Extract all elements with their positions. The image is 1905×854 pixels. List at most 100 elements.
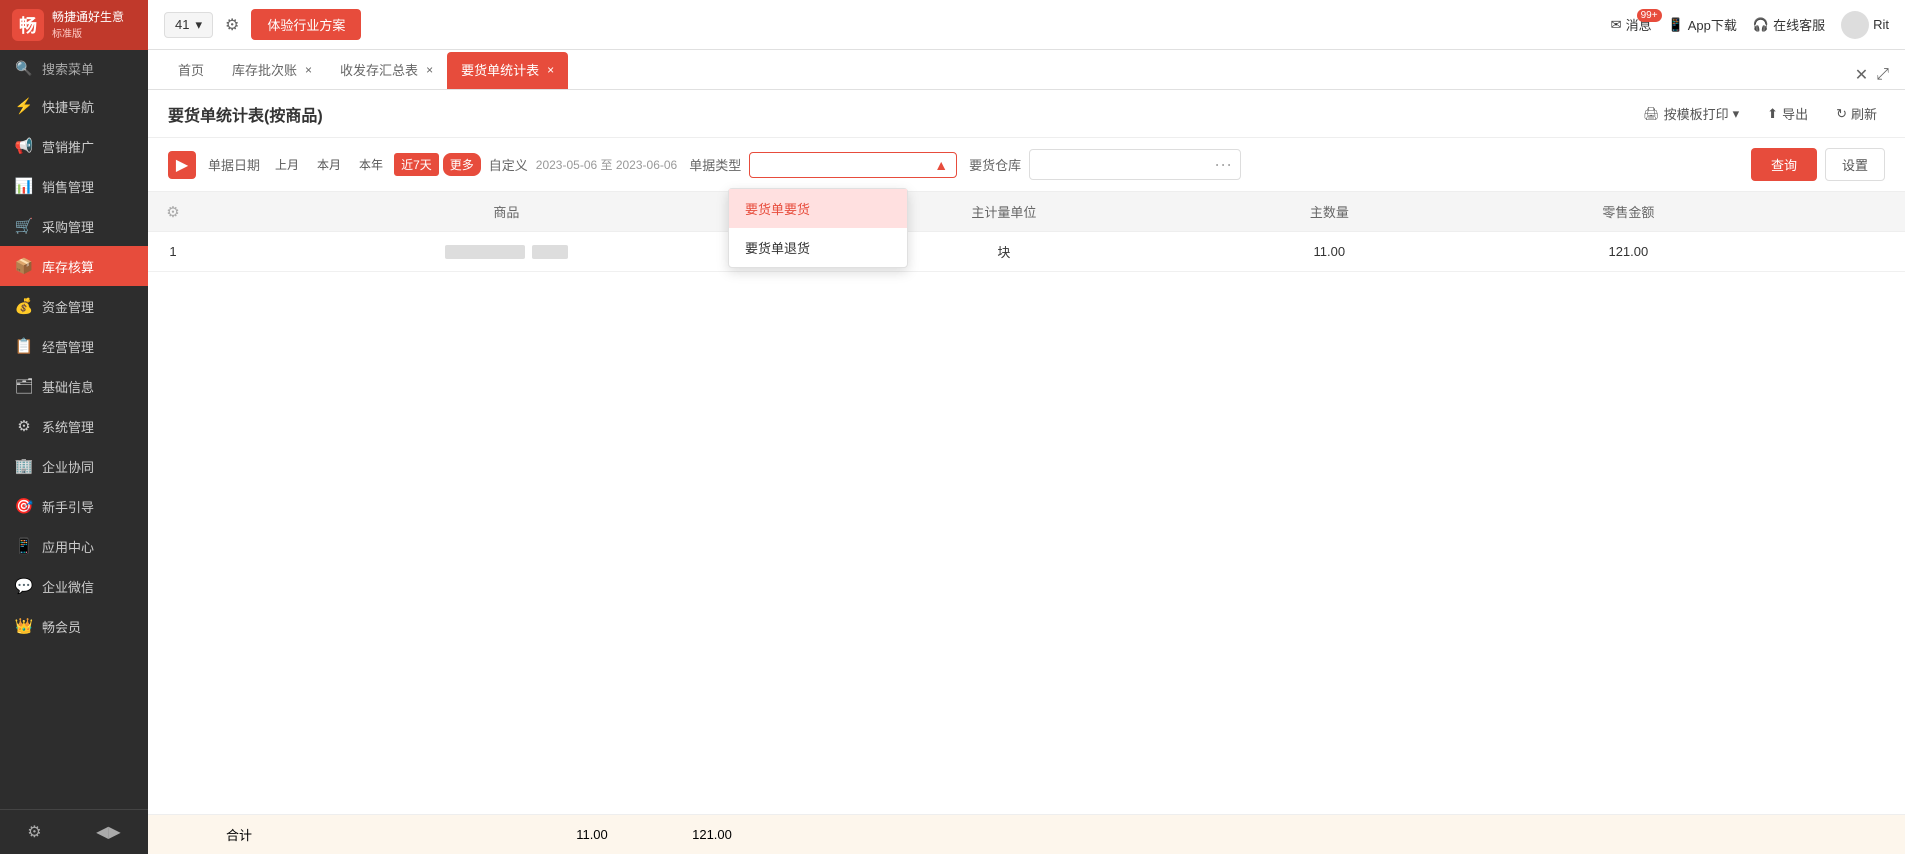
dropdown-item-purchase-order[interactable]: 要货单要货 [729, 189, 907, 228]
tab-order-stats[interactable]: 要货单统计表 × [447, 52, 568, 89]
refresh-icon: ↻ [1836, 106, 1847, 122]
sidebar-item-inventory[interactable]: 📦 库存核算 [0, 246, 148, 286]
col-header-settings[interactable]: ⚙ [148, 192, 198, 232]
sidebar-item-marketing[interactable]: 📢 营销推广 [0, 126, 148, 166]
trial-btn[interactable]: 体验行业方案 [251, 9, 361, 40]
col-header-goods: 商品 [198, 192, 815, 232]
date-btn-last-month[interactable]: 上月 [268, 153, 306, 176]
marketing-icon: 📢 [14, 136, 34, 156]
sidebar-item-operation[interactable]: 📋 经营管理 [0, 326, 148, 366]
summary-amount: 121.00 [652, 827, 772, 842]
date-btn-last-7-days[interactable]: 近7天 [394, 153, 439, 176]
warehouse-label: 要货仓库 [969, 155, 1021, 174]
app-logo: 畅 畅捷通好生意 标准版 [0, 0, 148, 50]
tab-close-all-icon[interactable]: ✕ [1855, 65, 1868, 85]
tab-inventory-batch-close[interactable]: × [305, 63, 312, 77]
messages-btn[interactable]: ✉ 消息 99+ [1611, 15, 1652, 34]
top-bar: 41 ▾ ⚙ 体验行业方案 ✉ 消息 99+ 📱 App下载 🎧 在线客服 R [148, 0, 1905, 50]
sidebar-item-purchase[interactable]: 🛒 采购管理 [0, 206, 148, 246]
print-btn[interactable]: 🖨 按模板打印 ▾ [1635, 100, 1747, 127]
cell-index: 1 [148, 232, 198, 272]
sidebar-label-basic-info: 基础信息 [42, 377, 94, 396]
settings-btn[interactable]: 设置 [1825, 148, 1885, 181]
sidebar-item-app-center[interactable]: 📱 应用中心 [0, 526, 148, 566]
query-btn[interactable]: 查询 [1751, 148, 1817, 181]
phone-icon: 📱 [1668, 17, 1684, 33]
cell-goods [198, 232, 815, 272]
message-icon: ✉ [1611, 17, 1622, 33]
export-btn[interactable]: ⬆ 导出 [1759, 100, 1816, 127]
tab-home[interactable]: 首页 [164, 52, 218, 89]
page-content: 要货单统计表(按商品) 🖨 按模板打印 ▾ ⬆ 导出 ↻ 刷新 ▶ [148, 90, 1905, 854]
sidebar-item-finance[interactable]: 💰 资金管理 [0, 286, 148, 326]
dropdown-item-purchase-return[interactable]: 要货单退货 [729, 228, 907, 267]
doc-type-label: 单据类型 [689, 155, 741, 174]
sidebar-collapse-btn[interactable]: ◀▶ [88, 818, 129, 846]
sidebar-item-wechat[interactable]: 💬 企业微信 [0, 566, 148, 606]
sidebar-label-marketing: 营销推广 [42, 137, 94, 156]
tab-send-summary[interactable]: 收发存汇总表 × [326, 52, 447, 89]
date-range: 2023-05-06 至 2023-06-06 [536, 156, 677, 173]
date-btn-this-month[interactable]: 本月 [310, 153, 348, 176]
date-btn-more[interactable]: 更多 [443, 153, 481, 176]
user-profile-btn[interactable]: Rit [1841, 11, 1889, 39]
col-header-amount: 零售金额 [1466, 192, 1791, 232]
finance-icon: 💰 [14, 296, 34, 316]
sidebar-bottom: ⚙ ◀▶ [0, 809, 148, 854]
breadcrumb-dropdown[interactable]: 41 ▾ [164, 12, 213, 38]
date-btn-this-year[interactable]: 本年 [352, 153, 390, 176]
doc-type-input[interactable] [758, 157, 934, 172]
warehouse-input-wrap: ··· [1029, 149, 1241, 180]
app-download-btn[interactable]: 📱 App下载 [1668, 15, 1737, 34]
member-icon: 👑 [14, 616, 34, 636]
customer-service-btn[interactable]: 🎧 在线客服 [1753, 15, 1825, 34]
warehouse-input[interactable] [1038, 157, 1214, 172]
col-settings-icon[interactable]: ⚙ [166, 204, 179, 221]
doc-type-arrow-icon[interactable]: ▲ [934, 157, 948, 173]
sidebar-search[interactable]: 🔍 搜索菜单 [0, 50, 148, 86]
print-icon: 🖨 [1643, 106, 1660, 122]
sidebar-label-quick-nav: 快捷导航 [42, 97, 94, 116]
tab-maximize-icon[interactable]: ⤢ [1876, 66, 1889, 84]
topbar-settings-icon[interactable]: ⚙ [225, 15, 239, 35]
print-label: 按模板打印 [1664, 104, 1729, 123]
tab-send-summary-close[interactable]: × [426, 63, 433, 77]
sidebar-item-basic-info[interactable]: 🗂 基础信息 [0, 366, 148, 406]
sidebar-label-guide: 新手引导 [42, 497, 94, 516]
export-label: 导出 [1782, 104, 1808, 123]
doc-type-input-wrap[interactable]: ▲ [749, 152, 957, 178]
tab-bar: 首页 库存批次账 × 收发存汇总表 × 要货单统计表 × ✕ ⤢ [148, 50, 1905, 90]
custom-label[interactable]: 自定义 [489, 155, 528, 174]
warehouse-more-icon[interactable]: ··· [1214, 154, 1232, 175]
print-arrow-icon: ▾ [1733, 106, 1740, 122]
col-header-quantity: 主数量 [1193, 192, 1466, 232]
summary-row: 合计 11.00 121.00 [148, 814, 1905, 854]
sidebar-label-wechat: 企业微信 [42, 577, 94, 596]
sidebar-item-sales[interactable]: 📊 销售管理 [0, 166, 148, 206]
doc-type-dropdown: 要货单要货 要货单退货 [728, 188, 908, 268]
sidebar-label-app-center: 应用中心 [42, 537, 94, 556]
summary-quantity: 11.00 [532, 827, 652, 842]
warehouse-filter-group: 要货仓库 ··· [969, 149, 1241, 180]
filter-bar: ▶ 单据日期 上月 本月 本年 近7天 更多 自定义 2023-05-06 至 … [148, 138, 1905, 192]
sidebar-settings-btn[interactable]: ⚙ [19, 818, 49, 846]
date-label: 单据日期 [208, 155, 260, 174]
table-row: 1 块 11.00 121.00 [148, 232, 1905, 272]
refresh-btn[interactable]: ↻ 刷新 [1828, 100, 1885, 127]
tab-order-stats-close[interactable]: × [547, 63, 554, 77]
page-title: 要货单统计表(按商品) [168, 102, 323, 126]
sidebar-item-quick-nav[interactable]: ⚡ 快捷导航 [0, 86, 148, 126]
search-icon: 🔍 [14, 58, 34, 78]
sidebar-scroll: 🔍 搜索菜单 ⚡ 快捷导航 📢 营销推广 📊 销售管理 🛒 采购管理 📦 库存核… [0, 50, 148, 809]
page-header-actions: 🖨 按模板打印 ▾ ⬆ 导出 ↻ 刷新 [1635, 100, 1885, 127]
tab-inventory-batch[interactable]: 库存批次账 × [218, 52, 326, 89]
sidebar-item-guide[interactable]: 🎯 新手引导 [0, 486, 148, 526]
sidebar-item-member[interactable]: 👑 畅会员 [0, 606, 148, 646]
summary-cells: 合计 11.00 121.00 [162, 825, 1891, 844]
filter-expand-btn[interactable]: ▶ [168, 151, 196, 179]
tab-order-stats-label: 要货单统计表 [461, 60, 539, 79]
sidebar-item-system[interactable]: ⚙ 系统管理 [0, 406, 148, 446]
sidebar-label-member: 畅会员 [42, 617, 81, 636]
sidebar-item-enterprise[interactable]: 🏢 企业协同 [0, 446, 148, 486]
date-btns: 上月 本月 本年 近7天 更多 [268, 153, 481, 176]
